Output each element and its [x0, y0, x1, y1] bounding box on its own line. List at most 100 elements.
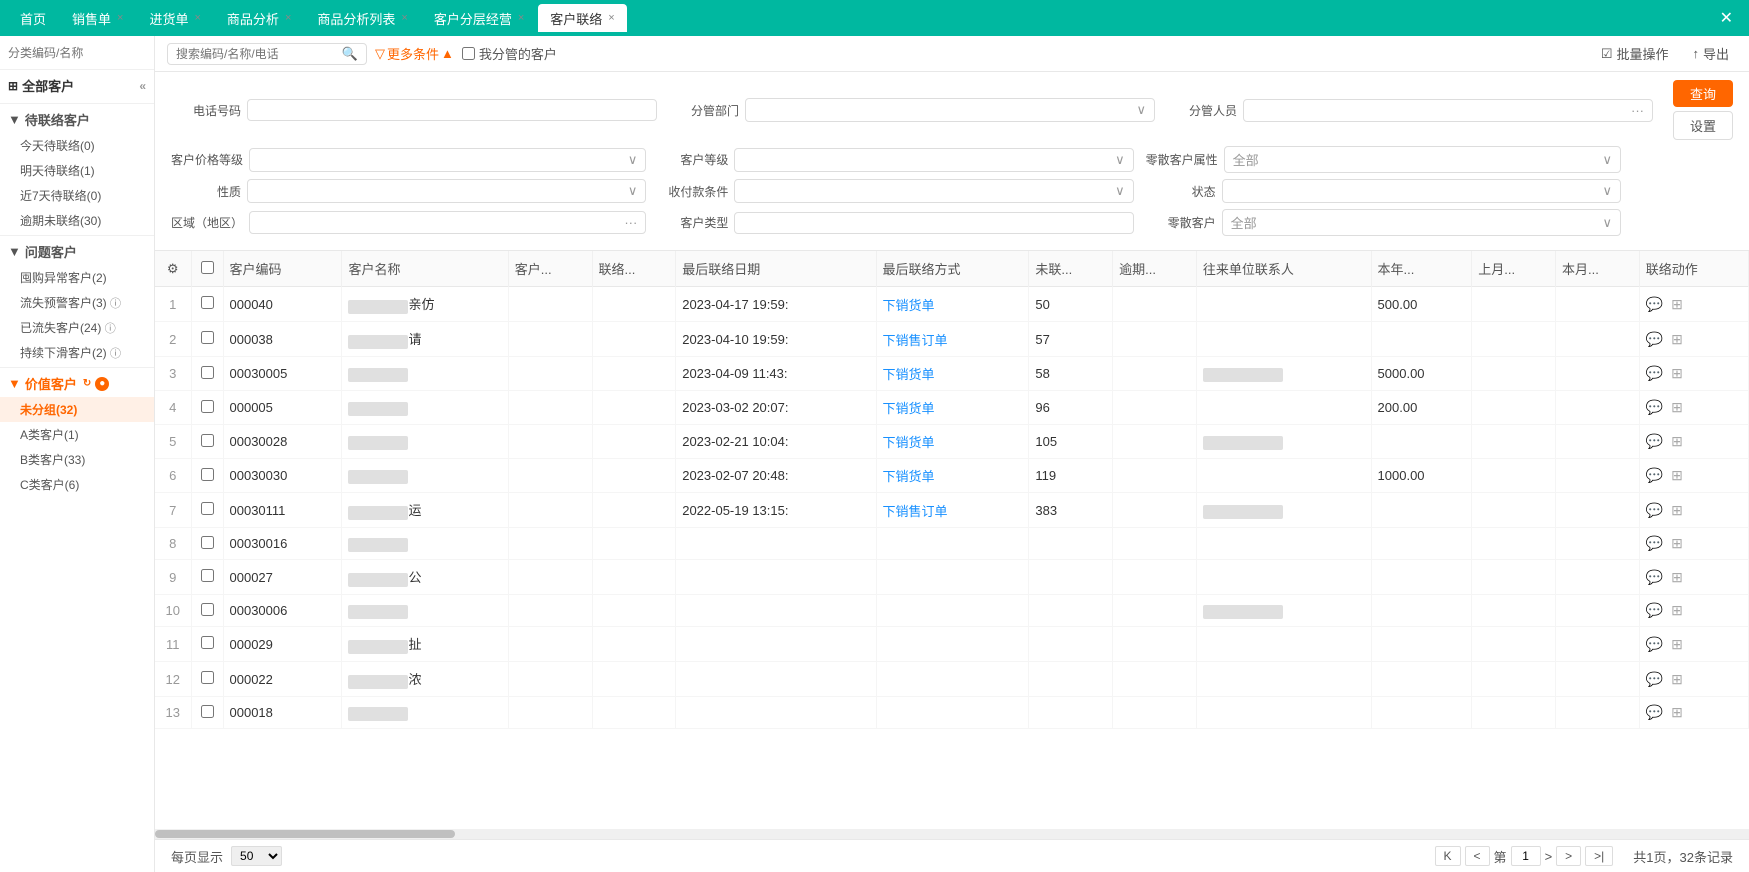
payment-select[interactable]: ∨ — [734, 179, 1133, 203]
cell-method[interactable] — [876, 697, 1029, 729]
tab-customer-contact[interactable]: 客户联络 × — [538, 4, 626, 32]
horizontal-scrollbar[interactable] — [155, 829, 1749, 839]
grid-action-icon[interactable]: ⊞ — [1671, 569, 1683, 586]
cell-method[interactable] — [876, 662, 1029, 697]
value-section-title[interactable]: ▼ 价值客户 ↻ ● — [0, 370, 154, 397]
filter-search-icon[interactable]: 🔍 — [342, 46, 358, 62]
row-checkbox[interactable] — [201, 536, 214, 549]
chat-icon[interactable]: 💬 — [1646, 704, 1663, 721]
sidebar-item-declining[interactable]: 持续下滑客户(2) ⓘ — [0, 340, 154, 365]
sidebar-item-class-c[interactable]: C类客户(6) — [0, 472, 154, 497]
cell-check[interactable] — [191, 425, 223, 459]
price-level-select[interactable]: ∨ — [249, 148, 646, 172]
chat-icon[interactable]: 💬 — [1646, 535, 1663, 552]
cell-check[interactable] — [191, 322, 223, 357]
cell-method[interactable]: 下销货单 — [876, 459, 1029, 493]
sidebar-item-overdue[interactable]: 逾期未联络(30) — [0, 208, 154, 233]
cell-method[interactable]: 下销货单 — [876, 287, 1029, 322]
sidebar-item-tomorrow-pending[interactable]: 明天待联络(1) — [0, 158, 154, 183]
cell-check[interactable] — [191, 595, 223, 627]
page-number-input[interactable] — [1511, 846, 1541, 866]
cell-method[interactable]: 下销售订单 — [876, 493, 1029, 528]
chat-icon[interactable]: 💬 — [1646, 569, 1663, 586]
close-product-analysis-tab[interactable]: × — [285, 12, 291, 24]
grid-action-icon[interactable]: ⊞ — [1671, 467, 1683, 484]
row-checkbox[interactable] — [201, 366, 214, 379]
cell-method[interactable]: 下销售订单 — [876, 322, 1029, 357]
row-checkbox[interactable] — [201, 569, 214, 582]
cell-method[interactable]: 下销货单 — [876, 391, 1029, 425]
row-checkbox[interactable] — [201, 671, 214, 684]
row-checkbox[interactable] — [201, 603, 214, 616]
nature-select[interactable]: ∨ — [247, 179, 646, 203]
row-checkbox[interactable] — [201, 434, 214, 447]
customer-type-input[interactable] — [734, 212, 1133, 234]
dept-select[interactable]: ∨ — [745, 98, 1155, 122]
sidebar-item-abnormal[interactable]: 囤购异常客户(2) — [0, 265, 154, 290]
tab-product-analysis-list[interactable]: 商品分析列表 × — [305, 4, 419, 32]
close-customer-segment-tab[interactable]: × — [518, 12, 524, 24]
row-checkbox[interactable] — [201, 705, 214, 718]
prev-page-btn[interactable]: < — [1465, 846, 1490, 866]
export-btn[interactable]: ↑ 导出 — [1684, 42, 1737, 65]
chat-icon[interactable]: 💬 — [1646, 636, 1663, 653]
reset-btn[interactable]: 设置 — [1673, 111, 1733, 140]
close-purchase-tab[interactable]: × — [194, 12, 200, 24]
grid-action-icon[interactable]: ⊞ — [1671, 433, 1683, 450]
grid-action-icon[interactable]: ⊞ — [1671, 399, 1683, 416]
chat-icon[interactable]: 💬 — [1646, 365, 1663, 382]
cell-check[interactable] — [191, 493, 223, 528]
grid-action-icon[interactable]: ⊞ — [1671, 331, 1683, 348]
sidebar-item-churned[interactable]: 已流失客户(24) ⓘ — [0, 315, 154, 340]
cell-method[interactable] — [876, 595, 1029, 627]
cell-method[interactable] — [876, 560, 1029, 595]
retail-attr-select[interactable]: 全部 ∨ — [1224, 146, 1621, 173]
method-link[interactable]: 下销售订单 — [883, 333, 948, 348]
cell-method[interactable] — [876, 627, 1029, 662]
per-page-select[interactable]: 50 100 — [231, 846, 282, 866]
sidebar-item-class-b[interactable]: B类客户(33) — [0, 447, 154, 472]
status-select[interactable]: ∨ — [1222, 179, 1621, 203]
row-checkbox[interactable] — [201, 636, 214, 649]
grid-action-icon[interactable]: ⊞ — [1671, 636, 1683, 653]
cell-method[interactable] — [876, 528, 1029, 560]
grid-action-icon[interactable]: ⊞ — [1671, 296, 1683, 313]
row-checkbox[interactable] — [201, 468, 214, 481]
method-link[interactable]: 下销售订单 — [883, 504, 948, 519]
pending-section-title[interactable]: ▼ 待联络客户 — [0, 106, 154, 133]
refresh-icon[interactable]: ↻ — [83, 378, 91, 389]
method-link[interactable]: 下销货单 — [883, 367, 935, 382]
grid-action-icon[interactable]: ⊞ — [1671, 704, 1683, 721]
chat-icon[interactable]: 💬 — [1646, 467, 1663, 484]
scrollbar-thumb[interactable] — [155, 830, 455, 838]
window-close-btn[interactable]: ✕ — [1712, 8, 1741, 28]
col-settings[interactable]: ⚙ — [155, 251, 191, 287]
next-page-btn[interactable]: > — [1556, 846, 1581, 866]
customer-level-select[interactable]: ∨ — [734, 148, 1133, 172]
tab-product-analysis[interactable]: 商品分析 × — [215, 4, 303, 32]
row-checkbox[interactable] — [201, 502, 214, 515]
chat-icon[interactable]: 💬 — [1646, 399, 1663, 416]
row-checkbox[interactable] — [201, 400, 214, 413]
close-customer-contact-tab[interactable]: × — [608, 12, 614, 24]
sidebar-item-7days-pending[interactable]: 近7天待联络(0) — [0, 183, 154, 208]
chat-icon[interactable]: 💬 — [1646, 433, 1663, 450]
region-select[interactable]: ··· — [249, 211, 646, 234]
close-product-list-tab[interactable]: × — [401, 12, 407, 24]
cell-check[interactable] — [191, 357, 223, 391]
phone-input[interactable] — [247, 99, 657, 121]
method-link[interactable]: 下销货单 — [883, 401, 935, 416]
first-page-btn[interactable]: K — [1435, 846, 1461, 866]
sidebar-item-ungroup[interactable]: 未分组(32) — [0, 397, 154, 422]
tab-purchase[interactable]: 进货单 × — [137, 4, 212, 32]
tab-home[interactable]: 首页 — [8, 4, 58, 32]
chat-icon[interactable]: 💬 — [1646, 296, 1663, 313]
filter-search-input[interactable] — [176, 47, 338, 61]
cell-check[interactable] — [191, 627, 223, 662]
cell-check[interactable] — [191, 391, 223, 425]
cell-check[interactable] — [191, 662, 223, 697]
chat-icon[interactable]: 💬 — [1646, 602, 1663, 619]
row-checkbox[interactable] — [201, 331, 214, 344]
cell-check[interactable] — [191, 560, 223, 595]
sidebar-item-today-pending[interactable]: 今天待联络(0) — [0, 133, 154, 158]
